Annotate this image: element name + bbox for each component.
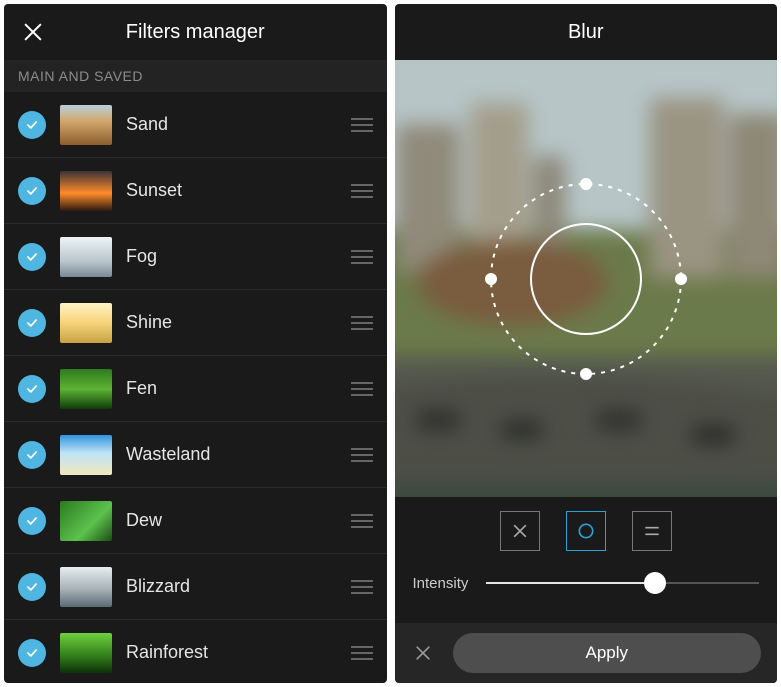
drag-handle-icon[interactable] (351, 646, 373, 660)
blur-title: Blur (395, 21, 778, 44)
filter-row[interactable]: Sunset (4, 158, 387, 224)
cancel-button[interactable] (411, 643, 435, 663)
check-icon (25, 646, 39, 660)
filter-thumbnail (60, 105, 112, 145)
filter-name: Sunset (126, 180, 337, 201)
filter-name: Wasteland (126, 444, 337, 465)
check-icon (25, 316, 39, 330)
blur-preview[interactable] (395, 60, 778, 497)
check-icon (25, 580, 39, 594)
filter-name: Sand (126, 114, 337, 135)
filters-manager-panel: Filters manager MAIN AND SAVED Sand Sunse… (4, 4, 387, 683)
filter-thumbnail (60, 303, 112, 343)
drag-handle-icon[interactable] (351, 250, 373, 264)
intensity-slider[interactable] (486, 571, 759, 595)
filter-row[interactable]: Blizzard (4, 554, 387, 620)
filter-name: Fog (126, 246, 337, 267)
circle-icon (576, 521, 596, 541)
check-icon (25, 118, 39, 132)
linear-icon (642, 521, 662, 541)
filter-name: Rainforest (126, 642, 337, 663)
drag-handle-icon[interactable] (351, 382, 373, 396)
drag-handle-icon[interactable] (351, 184, 373, 198)
drag-handle-icon[interactable] (351, 580, 373, 594)
filters-title: Filters manager (4, 21, 387, 44)
blur-mode-radial[interactable] (566, 511, 606, 551)
filter-name: Shine (126, 312, 337, 333)
blur-header: Blur (395, 4, 778, 60)
filter-row[interactable]: Shine (4, 290, 387, 356)
blur-mode-off[interactable] (500, 511, 540, 551)
filter-checkbox[interactable] (18, 573, 46, 601)
filter-checkbox[interactable] (18, 375, 46, 403)
check-icon (25, 448, 39, 462)
check-icon (25, 382, 39, 396)
intensity-row: Intensity (413, 571, 760, 595)
filter-thumbnail (60, 567, 112, 607)
filter-thumbnail (60, 435, 112, 475)
filter-thumbnail (60, 633, 112, 673)
filter-row[interactable]: Sand (4, 92, 387, 158)
blur-panel: Blur (395, 4, 778, 683)
blur-focus-control[interactable] (395, 60, 778, 497)
close-button[interactable] (18, 17, 48, 47)
filter-row[interactable]: Fen (4, 356, 387, 422)
drag-handle-icon[interactable] (351, 118, 373, 132)
close-icon (22, 21, 44, 43)
radial-selector-icon (481, 174, 691, 384)
check-icon (25, 184, 39, 198)
intensity-label: Intensity (413, 575, 469, 592)
drag-handle-icon[interactable] (351, 448, 373, 462)
filter-list: Sand Sunset Fog Shine Fen Wasteland Dew Blizzar… (4, 92, 387, 683)
filter-checkbox[interactable] (18, 309, 46, 337)
filter-checkbox[interactable] (18, 507, 46, 535)
x-icon (510, 521, 530, 541)
drag-handle-icon[interactable] (351, 316, 373, 330)
apply-button[interactable]: Apply (453, 633, 762, 673)
filter-thumbnail (60, 369, 112, 409)
filters-section-label: MAIN AND SAVED (4, 60, 387, 92)
filter-row[interactable]: Wasteland (4, 422, 387, 488)
slider-thumb[interactable] (644, 572, 666, 594)
check-icon (25, 514, 39, 528)
filter-name: Dew (126, 510, 337, 531)
filter-row[interactable]: Rainforest (4, 620, 387, 683)
filter-checkbox[interactable] (18, 177, 46, 205)
apply-label: Apply (585, 643, 628, 663)
filter-name: Blizzard (126, 576, 337, 597)
filter-thumbnail (60, 501, 112, 541)
blur-mode-row (413, 511, 760, 551)
check-icon (25, 250, 39, 264)
filter-checkbox[interactable] (18, 441, 46, 469)
close-icon (413, 643, 433, 663)
slider-fill (486, 582, 655, 584)
filter-name: Fen (126, 378, 337, 399)
filter-thumbnail (60, 237, 112, 277)
filter-row[interactable]: Fog (4, 224, 387, 290)
filter-checkbox[interactable] (18, 111, 46, 139)
filter-checkbox[interactable] (18, 639, 46, 667)
blur-mode-linear[interactable] (632, 511, 672, 551)
filter-row[interactable]: Dew (4, 488, 387, 554)
filter-thumbnail (60, 171, 112, 211)
blur-footer: Apply (395, 623, 778, 683)
drag-handle-icon[interactable] (351, 514, 373, 528)
blur-controls: Intensity (395, 497, 778, 623)
filters-header: Filters manager (4, 4, 387, 60)
filter-checkbox[interactable] (18, 243, 46, 271)
